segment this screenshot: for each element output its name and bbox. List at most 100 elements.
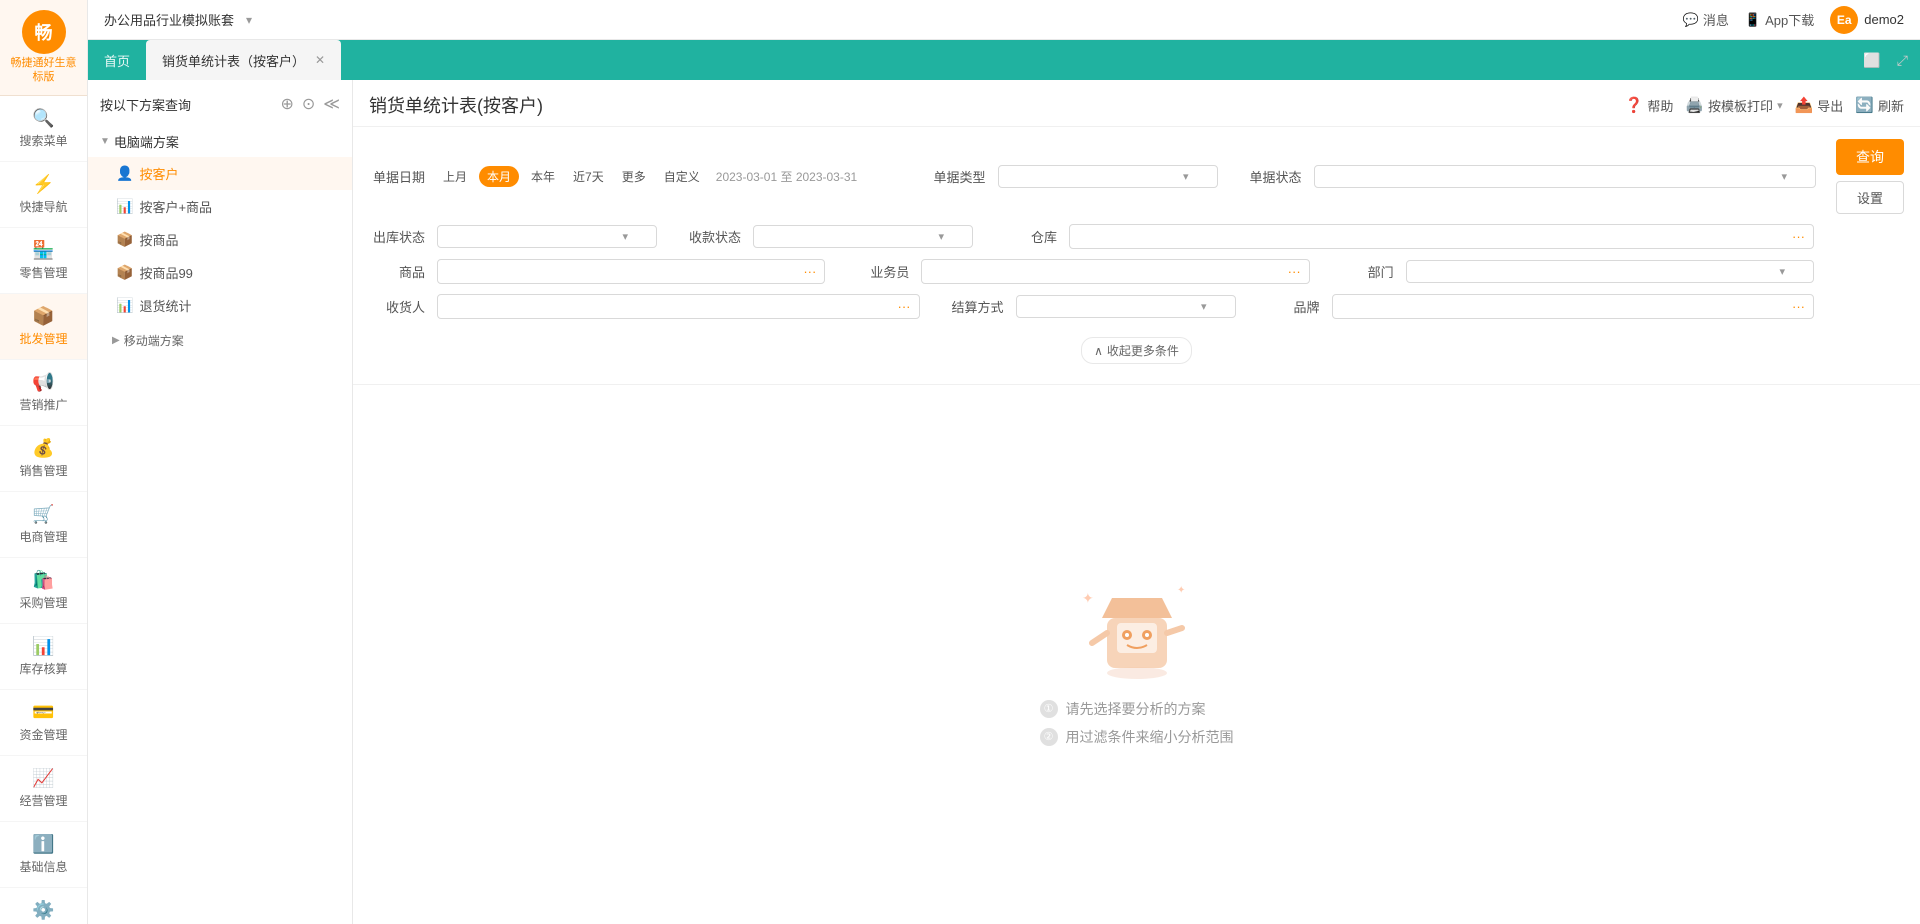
svg-text:✦: ✦ [1177,585,1185,596]
tree-item-return-stat[interactable]: 📊 退货统计 [88,289,352,322]
tab-sales-stat[interactable]: 销货单统计表（按客户） ✕ [146,40,341,80]
tab-home[interactable]: 首页 [88,40,146,80]
filter-row-3: 商品 ··· 业务员 ··· 部门 ▾ [369,259,1904,284]
out-status-select[interactable]: ▾ [437,225,657,248]
sidebar-item-wholesale[interactable]: 📦 批发管理 [0,294,87,360]
sales-icon: 💰 [32,438,54,459]
user-name: demo2 [1864,12,1904,27]
tree-group-desktop-header[interactable]: ▼ 电脑端方案 [88,126,352,157]
settle-select[interactable]: ▾ [1016,295,1236,318]
app-download-button[interactable]: 📱 App下载 [1745,10,1814,29]
date-btn-custom[interactable]: 自定义 [658,166,706,187]
content-area: 按以下方案查询 ⊕ ⊙ ≪ ▼ 电脑端方案 👤 按客户 [88,80,1920,924]
type-select[interactable]: ▾ [998,165,1218,188]
type-label: 单据类型 [930,167,986,186]
purchase-icon: 🛍️ [32,570,54,591]
sidebar-item-operation[interactable]: 📈 经营管理 [0,756,87,822]
tree-group-desktop: ▼ 电脑端方案 👤 按客户 📊 按客户+商品 📦 按商品 [88,124,352,324]
tree-group-mobile: ▶ 移动端方案 [88,324,352,357]
user-profile-button[interactable]: Ea demo2 [1830,6,1904,34]
tab-minimize-button[interactable]: ⬜ [1863,52,1880,69]
warehouse-dots[interactable]: ··· [1792,229,1805,244]
by-customer-product-icon: 📊 [116,198,133,215]
sidebar-item-ecommerce[interactable]: 🛒 电商管理 [0,492,87,558]
app-download-icon: 📱 [1745,12,1761,28]
tab-bar: 首页 销货单统计表（按客户） ✕ ⬜ ⤢ [88,40,1920,80]
empty-hint-2: ② 用过滤条件来缩小分析范围 [1040,727,1234,747]
empty-state: ✦ ✦ ① 请先选择要分析的方案 ② 用过滤条件来缩小分析范围 [353,385,1920,924]
staff-input[interactable]: ··· [921,259,1309,284]
sidebar-item-basic[interactable]: ℹ️ 基础信息 [0,822,87,888]
empty-num-2: ② [1040,728,1058,746]
tree-item-by-customer-product-label: 按客户+商品 [139,197,212,216]
product-input[interactable]: ··· [437,259,825,284]
date-btn-7days[interactable]: 近7天 [567,166,610,187]
print-dropdown-arrow[interactable]: ▾ [1777,99,1783,112]
left-panel: 按以下方案查询 ⊕ ⊙ ≪ ▼ 电脑端方案 👤 按客户 [88,80,353,924]
tab-expand-button[interactable]: ⤢ [1897,52,1908,69]
date-btn-thisyear[interactable]: 本年 [525,166,561,187]
date-btn-thismonth[interactable]: 本月 [479,166,519,187]
sidebar-item-sales[interactable]: 💰 销售管理 [0,426,87,492]
sidebar-item-label: 电商管理 [19,528,67,545]
date-btn-more[interactable]: 更多 [616,166,652,187]
date-filter-control: 上月 本月 本年 近7天 更多 自定义 2023-03-01 至 2023-03… [437,166,902,187]
sidebar-item-purchase[interactable]: 🛍️ 采购管理 [0,558,87,624]
sidebar-item-marketing[interactable]: 📢 营销推广 [0,360,87,426]
warehouse-input[interactable]: ··· [1069,224,1814,249]
right-content: 销货单统计表(按客户) ❓ 帮助 🖨️ 按模板打印 ▾ 📤 导出 [353,80,1920,924]
collapse-button[interactable]: ∧ 收起更多条件 [1081,337,1192,364]
panel-settings-button[interactable]: ⊙ [302,94,315,114]
sidebar-item-label: 搜索菜单 [19,132,67,149]
export-button[interactable]: 📤 导出 [1795,96,1844,115]
system-icon: ⚙️ [32,900,54,921]
brand-input[interactable]: ··· [1332,294,1815,319]
tree-item-by-customer[interactable]: 👤 按客户 [88,157,352,190]
sidebar-item-inventory[interactable]: 📊 库存核算 [0,624,87,690]
status-select[interactable]: ▾ [1314,165,1817,188]
sidebar-item-label: 资金管理 [19,726,67,743]
recipient-dots[interactable]: ··· [898,299,911,314]
template-print-button[interactable]: 🖨️ 按模板打印 ▾ [1685,96,1782,115]
brand-label: 品牌 [1264,297,1320,316]
date-btn-lastmonth[interactable]: 上月 [437,166,473,187]
help-button[interactable]: ❓ 帮助 [1625,96,1674,115]
panel-add-button[interactable]: ⊕ [280,94,293,114]
messages-button[interactable]: 💬 消息 [1683,10,1729,29]
sidebar-menu: 🔍 搜索菜单 ⚡ 快捷导航 🏪 零售管理 📦 批发管理 📢 营销推广 💰 销售管… [0,96,87,924]
recipient-input[interactable]: ··· [437,294,920,319]
svg-text:✦: ✦ [1082,590,1094,606]
status-dropdown-arrow: ▾ [1781,170,1787,183]
by-product-icon: 📦 [116,231,133,248]
help-icon: ❓ [1625,96,1644,114]
staff-dots[interactable]: ··· [1288,264,1301,279]
tree-item-by-product[interactable]: 📦 按商品 [88,223,352,256]
sidebar-logo: 畅 畅捷通好生意 标版 [0,0,87,96]
sidebar-item-finance[interactable]: 💳 资金管理 [0,690,87,756]
tree-group-mobile-header[interactable]: ▶ 移动端方案 [88,326,352,355]
refresh-button[interactable]: 🔄 刷新 [1855,96,1904,115]
settings-button[interactable]: 设置 [1836,181,1904,214]
pay-dropdown-arrow: ▾ [938,230,944,243]
pay-status-select[interactable]: ▾ [753,225,973,248]
tree-section: ▼ 电脑端方案 👤 按客户 📊 按客户+商品 📦 按商品 [88,120,352,361]
sidebar-item-retail[interactable]: 🏪 零售管理 [0,228,87,294]
date-range-text: 2023-03-01 至 2023-03-31 [716,168,857,185]
brand-dots[interactable]: ··· [1792,299,1805,314]
logo-icon: 畅 [22,10,66,54]
tab-bar-right: ⬜ ⤢ [1855,52,1920,69]
sidebar-item-shortcut[interactable]: ⚡ 快捷导航 [0,162,87,228]
tree-item-by-product99[interactable]: 📦 按商品99 [88,256,352,289]
panel-title: 按以下方案查询 [100,95,191,114]
breadcrumb-dropdown[interactable]: ▾ [246,13,252,27]
query-button[interactable]: 查询 [1836,139,1904,175]
collapse-label: 收起更多条件 [1107,342,1179,359]
tab-close-button[interactable]: ✕ [315,53,325,67]
sidebar-item-search[interactable]: 🔍 搜索菜单 [0,96,87,162]
tree-item-by-customer-product[interactable]: 📊 按客户+商品 [88,190,352,223]
dept-select[interactable]: ▾ [1406,260,1814,283]
sidebar-item-system[interactable]: ⚙️ 系统管理 [0,888,87,924]
message-icon: 💬 [1683,12,1699,28]
panel-collapse-button[interactable]: ≪ [323,94,340,114]
product-dots[interactable]: ··· [803,264,816,279]
